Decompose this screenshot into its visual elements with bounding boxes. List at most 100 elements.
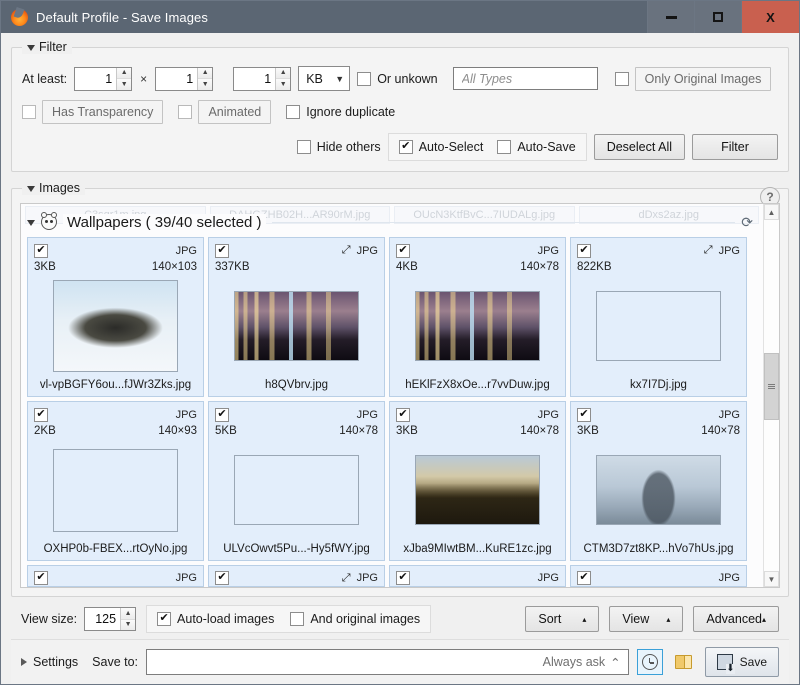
image-tile[interactable]: JPG 5KB 140×78 ULVcOwvt5Pu...-Hy5fWY.jpg <box>208 401 385 561</box>
auto-select-row[interactable]: Auto-Select <box>398 140 483 154</box>
min-width-arrows[interactable]: ▲ ▼ <box>116 67 132 90</box>
only-original-checkbox-row[interactable]: Only Original Images <box>614 66 772 91</box>
only-original-label[interactable]: Only Original Images <box>634 66 772 91</box>
deselect-all-button[interactable]: Deselect All <box>593 134 685 160</box>
tile-thumbnail[interactable] <box>596 291 721 361</box>
image-tile[interactable]: JPG 3KB 140×78 xJba9MIwtBM...KuRE1zc.jpg <box>389 401 566 561</box>
min-width-stepper[interactable]: ▲▼ <box>74 66 133 91</box>
tile-thumbnail[interactable] <box>234 291 359 361</box>
tile-checkbox[interactable] <box>34 571 48 585</box>
types-filter-field[interactable] <box>452 67 598 90</box>
has-transparency-checkbox[interactable] <box>22 105 36 119</box>
types-filter-input[interactable] <box>459 70 591 87</box>
has-transparency-label[interactable]: Has Transparency <box>42 100 164 124</box>
min-filesize-input[interactable] <box>234 67 276 90</box>
ignore-duplicate-checkbox[interactable] <box>286 105 301 119</box>
tile-thumbnail[interactable] <box>234 455 359 525</box>
view-menu-button[interactable]: View ▴ <box>609 606 684 632</box>
filter-group-header[interactable]: Filter <box>22 40 72 54</box>
scroll-up-button[interactable]: ▲ <box>764 204 779 220</box>
tile-checkbox[interactable] <box>577 571 591 585</box>
image-tile[interactable]: JPG 2KB 140×93 OXHP0b-FBEX...rtOyNo.jpg <box>27 401 204 561</box>
images-group-header[interactable]: Images <box>22 181 85 195</box>
tile-checkbox[interactable] <box>396 243 410 258</box>
only-original-checkbox[interactable] <box>614 71 629 86</box>
has-transparency-row[interactable]: Has Transparency <box>22 100 164 124</box>
min-filesize-stepper[interactable]: ▲▼ <box>233 66 292 91</box>
images-list-area: C3sqr1m.jpg DAHGZHB02H...AR90rM.jpg OUcN… <box>20 203 780 588</box>
hide-others-checkbox[interactable] <box>296 140 311 154</box>
animated-row[interactable]: Animated <box>178 100 272 124</box>
tile-checkbox[interactable] <box>396 407 410 422</box>
image-tile[interactable]: JPG 3KB 140×103 vl-vpBGFY6ou...fJWr3Zks.jpg <box>27 237 204 397</box>
filter-button[interactable]: Filter <box>692 134 778 160</box>
tile-checkbox[interactable] <box>577 243 591 258</box>
tile-checkbox[interactable] <box>215 571 229 585</box>
history-button[interactable] <box>636 649 663 675</box>
view-size-stepper[interactable]: ▲▼ <box>84 607 137 631</box>
ignore-duplicate-row[interactable]: Ignore duplicate <box>286 105 395 119</box>
expand-icon[interactable]: ⤢ <box>342 572 351 585</box>
image-tile[interactable]: JPG <box>570 565 747 587</box>
auto-load-checkbox[interactable] <box>157 612 172 626</box>
image-tile[interactable]: JPG 4KB 140×78 hEKlFzX8xOe...r7vvDuw.jpg <box>389 237 566 397</box>
or-unknown-checkbox[interactable] <box>357 71 372 86</box>
animated-label[interactable]: Animated <box>198 100 272 124</box>
images-scrollbar[interactable]: ▲ ▼ <box>763 204 779 587</box>
hide-others-row[interactable]: Hide others <box>296 140 381 154</box>
minimize-button[interactable] <box>647 1 694 33</box>
sort-menu-button[interactable]: Sort ▴ <box>525 606 600 632</box>
tile-thumbnail[interactable] <box>53 280 178 372</box>
maximize-button[interactable] <box>694 1 741 33</box>
close-button[interactable]: X <box>741 1 799 33</box>
image-tile[interactable]: ⤢ JPG 822KB kx7I7Dj.jpg <box>570 237 747 397</box>
and-original-checkbox[interactable] <box>290 612 305 626</box>
image-group-row[interactable]: Wallpapers ( 39/40 selected ) ⟳ <box>21 211 763 233</box>
settings-toggle[interactable]: Settings <box>21 655 78 669</box>
tile-checkbox[interactable] <box>396 571 410 585</box>
tile-filesize: 337KB <box>215 261 250 273</box>
tile-thumbnail[interactable] <box>596 455 721 525</box>
view-size-input[interactable] <box>85 608 121 630</box>
browse-folder-button[interactable] <box>671 649 697 675</box>
min-height-stepper[interactable]: ▲▼ <box>155 66 214 91</box>
scroll-thumb[interactable] <box>764 353 779 421</box>
image-tile[interactable]: JPG <box>27 565 204 587</box>
tile-checkbox[interactable] <box>577 407 591 422</box>
scroll-track[interactable] <box>764 220 779 571</box>
min-filesize-arrows[interactable]: ▲ ▼ <box>275 67 291 90</box>
group-collapse-icon[interactable] <box>27 220 35 226</box>
min-height-input[interactable] <box>156 67 198 90</box>
tile-checkbox[interactable] <box>215 407 229 422</box>
auto-select-checkbox[interactable] <box>398 140 413 154</box>
image-tile[interactable]: JPG <box>389 565 566 587</box>
tile-thumbnail[interactable] <box>415 455 540 525</box>
auto-load-row[interactable]: Auto-load images <box>157 612 274 626</box>
min-width-input[interactable] <box>75 67 117 90</box>
image-tile[interactable]: ⤢ JPG 337KB h8QVbrv.jpg <box>208 237 385 397</box>
save-to-field[interactable]: Always ask ⌃ <box>146 649 629 675</box>
advanced-menu-button[interactable]: Advanced ▴ <box>693 606 779 632</box>
tile-thumbnail[interactable] <box>415 291 540 361</box>
image-tile[interactable]: ⤢ JPG <box>208 565 385 587</box>
tile-checkbox[interactable] <box>34 243 48 258</box>
image-tile[interactable]: JPG 3KB 140×78 CTM3D7zt8KP...hVo7hUs.jpg <box>570 401 747 561</box>
tile-thumbnail[interactable] <box>53 448 178 532</box>
tile-checkbox[interactable] <box>215 243 229 258</box>
save-to-hint[interactable]: Always ask ⌃ <box>543 655 621 670</box>
auto-save-row[interactable]: Auto-Save <box>497 140 576 154</box>
scroll-down-button[interactable]: ▼ <box>764 571 779 587</box>
tile-checkbox[interactable] <box>34 407 48 422</box>
expand-icon[interactable]: ⤢ <box>704 244 713 257</box>
auto-save-checkbox[interactable] <box>497 140 512 154</box>
expand-icon[interactable]: ⤢ <box>342 244 351 257</box>
view-size-arrows[interactable]: ▲ ▼ <box>120 608 136 630</box>
filesize-unit-select[interactable]: KB ▼ <box>298 66 351 91</box>
image-group-label: Wallpapers ( 39/40 selected ) <box>63 213 266 231</box>
refresh-icon[interactable]: ⟳ <box>741 214 757 231</box>
save-button[interactable]: Save <box>704 647 779 677</box>
or-unknown-checkbox-row[interactable]: Or unkown <box>357 71 438 86</box>
min-height-arrows[interactable]: ▲ ▼ <box>197 67 213 90</box>
animated-checkbox[interactable] <box>178 105 193 119</box>
and-original-row[interactable]: And original images <box>290 612 420 626</box>
